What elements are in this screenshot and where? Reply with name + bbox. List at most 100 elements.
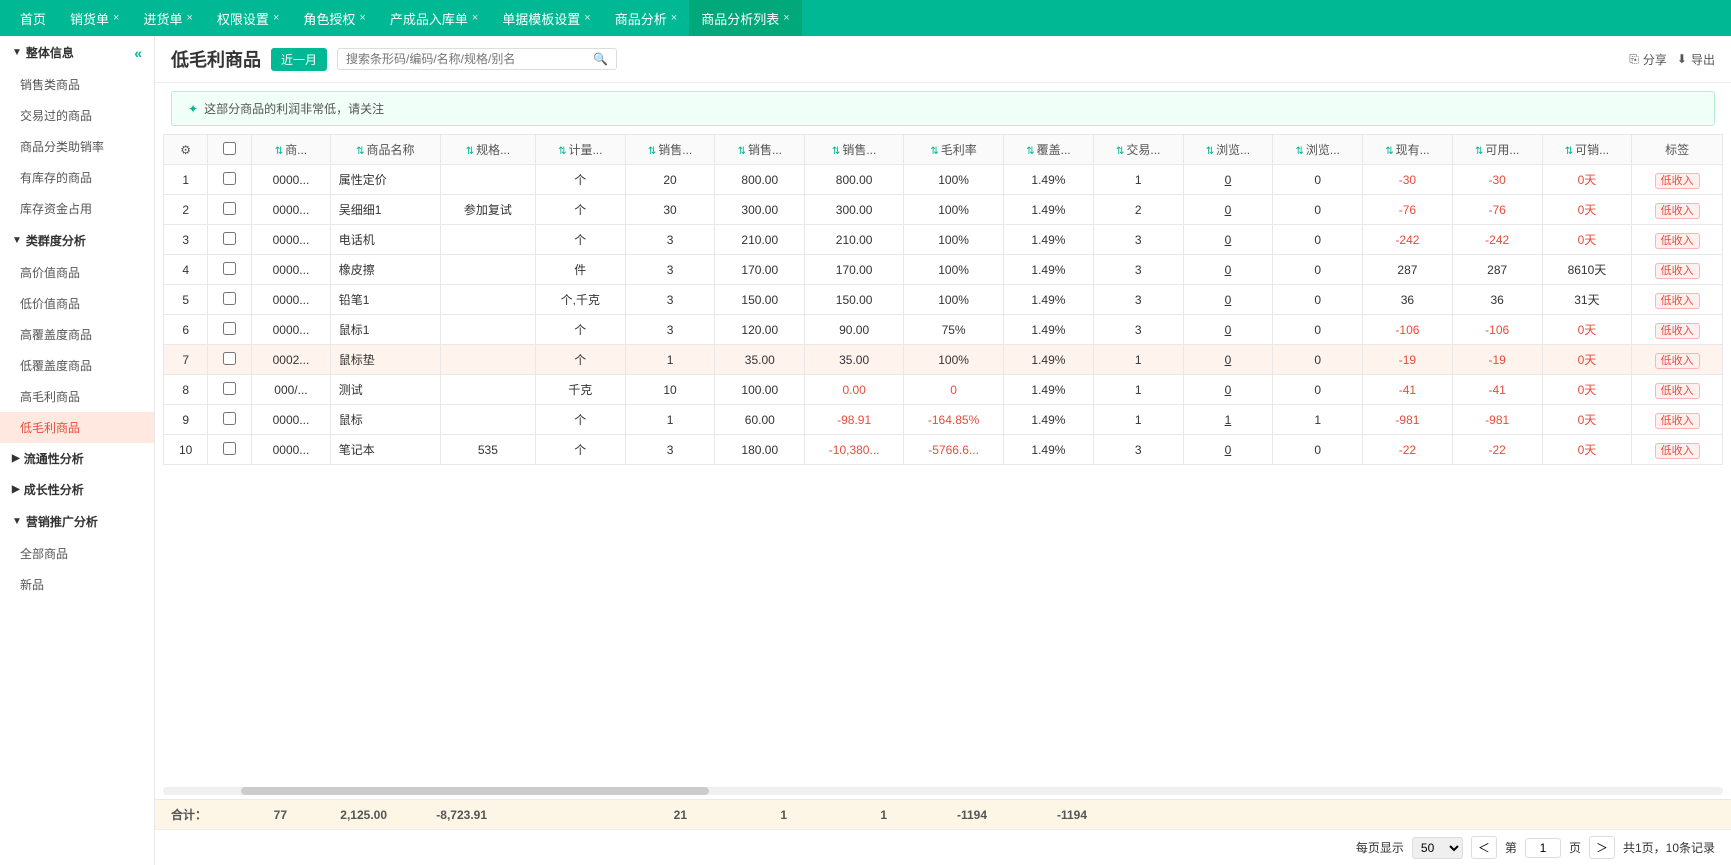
row-checkbox[interactable] [223, 322, 236, 335]
cell-view1[interactable]: 0 [1183, 345, 1273, 375]
cell-checkbox[interactable] [208, 165, 252, 195]
search-icon[interactable]: 🔍 [593, 52, 608, 66]
col-gross-margin[interactable]: ⇅毛利率 [904, 135, 1004, 165]
cell-view1[interactable]: 0 [1183, 435, 1273, 465]
cell-view1[interactable]: 0 [1183, 225, 1273, 255]
col-spec[interactable]: ⇅规格... [440, 135, 535, 165]
page-size-select[interactable]: 50 100 200 [1412, 837, 1463, 859]
close-product-entry-icon[interactable]: × [472, 12, 478, 24]
cell-checkbox[interactable] [208, 375, 252, 405]
cell-checkbox[interactable] [208, 225, 252, 255]
sidebar-item-high-margin[interactable]: 高毛利商品 [0, 381, 154, 412]
nav-role[interactable]: 角色授权 × [291, 0, 377, 36]
col-code[interactable]: ⇅商... [252, 135, 330, 165]
close-permission-icon[interactable]: × [273, 12, 279, 24]
sidebar-item-all-goods[interactable]: 全部商品 [0, 538, 154, 569]
cell-view1[interactable]: 0 [1183, 255, 1273, 285]
col-coverage[interactable]: ⇅覆盖... [1004, 135, 1094, 165]
col-current[interactable]: ⇅现有... [1363, 135, 1453, 165]
sidebar-group-overall[interactable]: ▼ 整体信息 « [0, 36, 154, 69]
col-view2[interactable]: ⇅浏览... [1273, 135, 1363, 165]
row-checkbox[interactable] [223, 412, 236, 425]
prev-page-button[interactable]: ＜ [1471, 836, 1497, 859]
sidebar-item-stock-goods[interactable]: 有库存的商品 [0, 162, 154, 193]
sidebar-item-low-coverage[interactable]: 低覆盖度商品 [0, 350, 154, 381]
sidebar-item-low-margin[interactable]: 低毛利商品 [0, 412, 154, 443]
h-scroll-thumb[interactable] [241, 787, 709, 795]
col-sales-qty[interactable]: ⇅销售... [625, 135, 715, 165]
row-checkbox[interactable] [223, 232, 236, 245]
cell-checkbox[interactable] [208, 435, 252, 465]
sidebar-group-marketing[interactable]: ▼ 营销推广分析 [0, 505, 154, 538]
close-template-icon[interactable]: × [584, 12, 590, 24]
row-checkbox[interactable] [223, 292, 236, 305]
col-transaction[interactable]: ⇅交易... [1093, 135, 1183, 165]
sidebar-item-new-goods[interactable]: 新品 [0, 569, 154, 600]
nav-home[interactable]: 首页 [8, 0, 58, 36]
cell-checkbox[interactable] [208, 195, 252, 225]
next-page-button[interactable]: ＞ [1589, 836, 1615, 859]
cell-no: 9 [164, 405, 208, 435]
cell-view1[interactable]: 0 [1183, 165, 1273, 195]
col-checkbox[interactable] [208, 135, 252, 165]
table-container[interactable]: ⚙ ⇅商... ⇅商品名称 ⇅规格... ⇅计量... ⇅销售... ⇅销售..… [155, 134, 1731, 787]
cell-view1[interactable]: 1 [1183, 405, 1273, 435]
close-product-list-icon[interactable]: × [783, 12, 789, 24]
close-purchase-icon[interactable]: × [186, 12, 192, 24]
cell-checkbox[interactable] [208, 405, 252, 435]
select-all-checkbox[interactable] [223, 142, 236, 155]
cell-sales-price: 150.00 [715, 285, 805, 315]
sidebar-item-low-value[interactable]: 低价值商品 [0, 288, 154, 319]
sidebar-item-high-coverage[interactable]: 高覆盖度商品 [0, 319, 154, 350]
share-button[interactable]: ⎘ 分享 [1629, 51, 1667, 68]
row-checkbox[interactable] [223, 352, 236, 365]
nav-template[interactable]: 单据模板设置 × [490, 0, 602, 36]
date-filter-button[interactable]: 近一月 [271, 48, 327, 71]
col-view1[interactable]: ⇅浏览... [1183, 135, 1273, 165]
close-role-icon[interactable]: × [359, 12, 365, 24]
cell-view1[interactable]: 0 [1183, 285, 1273, 315]
col-unit[interactable]: ⇅计量... [535, 135, 625, 165]
close-sales-icon[interactable]: × [113, 12, 119, 24]
cell-checkbox[interactable] [208, 315, 252, 345]
cell-view1[interactable]: 0 [1183, 375, 1273, 405]
cell-saleable: 0天 [1542, 435, 1632, 465]
col-sales-amount[interactable]: ⇅销售... [805, 135, 904, 165]
col-available[interactable]: ⇅可用... [1452, 135, 1542, 165]
nav-sales[interactable]: 销货单 × [58, 0, 131, 36]
row-checkbox[interactable] [223, 382, 236, 395]
col-settings[interactable]: ⚙ [164, 135, 208, 165]
h-scroll-bar[interactable] [163, 787, 1723, 795]
nav-product-analysis-list[interactable]: 商品分析列表 × [689, 0, 801, 36]
cell-view1[interactable]: 0 [1183, 315, 1273, 345]
sidebar-item-traded-goods[interactable]: 交易过的商品 [0, 100, 154, 131]
search-input[interactable] [346, 52, 588, 66]
collapse-overall-icon[interactable]: « [134, 45, 142, 61]
col-name[interactable]: ⇅商品名称 [330, 135, 440, 165]
row-checkbox[interactable] [223, 202, 236, 215]
sidebar-item-stock-capital[interactable]: 库存资金占用 [0, 193, 154, 224]
sidebar-item-sales-goods[interactable]: 销售类商品 [0, 69, 154, 100]
nav-product-entry[interactable]: 产成品入库单 × [378, 0, 490, 36]
col-saleable[interactable]: ⇅可销... [1542, 135, 1632, 165]
sidebar-group-growth[interactable]: ▶ 成长性分析 [0, 474, 154, 505]
cell-checkbox[interactable] [208, 285, 252, 315]
page-input[interactable] [1525, 838, 1561, 858]
sidebar-item-high-value[interactable]: 高价值商品 [0, 257, 154, 288]
cell-checkbox[interactable] [208, 345, 252, 375]
cell-view1[interactable]: 0 [1183, 195, 1273, 225]
nav-purchase[interactable]: 进货单 × [131, 0, 204, 36]
sidebar-item-category-rate[interactable]: 商品分类助销率 [0, 131, 154, 162]
col-sales-price[interactable]: ⇅销售... [715, 135, 805, 165]
sidebar-group-flow[interactable]: ▶ 流通性分析 [0, 443, 154, 474]
row-checkbox[interactable] [223, 172, 236, 185]
export-button[interactable]: ⬇ 导出 [1677, 51, 1715, 68]
nav-product-analysis[interactable]: 商品分析 × [603, 0, 689, 36]
cell-checkbox[interactable] [208, 255, 252, 285]
cell-tag: 低收入 [1632, 345, 1723, 375]
row-checkbox[interactable] [223, 442, 236, 455]
sidebar-group-cluster[interactable]: ▼ 类群度分析 [0, 224, 154, 257]
row-checkbox[interactable] [223, 262, 236, 275]
nav-permission[interactable]: 权限设置 × [205, 0, 291, 36]
close-product-analysis-icon[interactable]: × [671, 12, 677, 24]
